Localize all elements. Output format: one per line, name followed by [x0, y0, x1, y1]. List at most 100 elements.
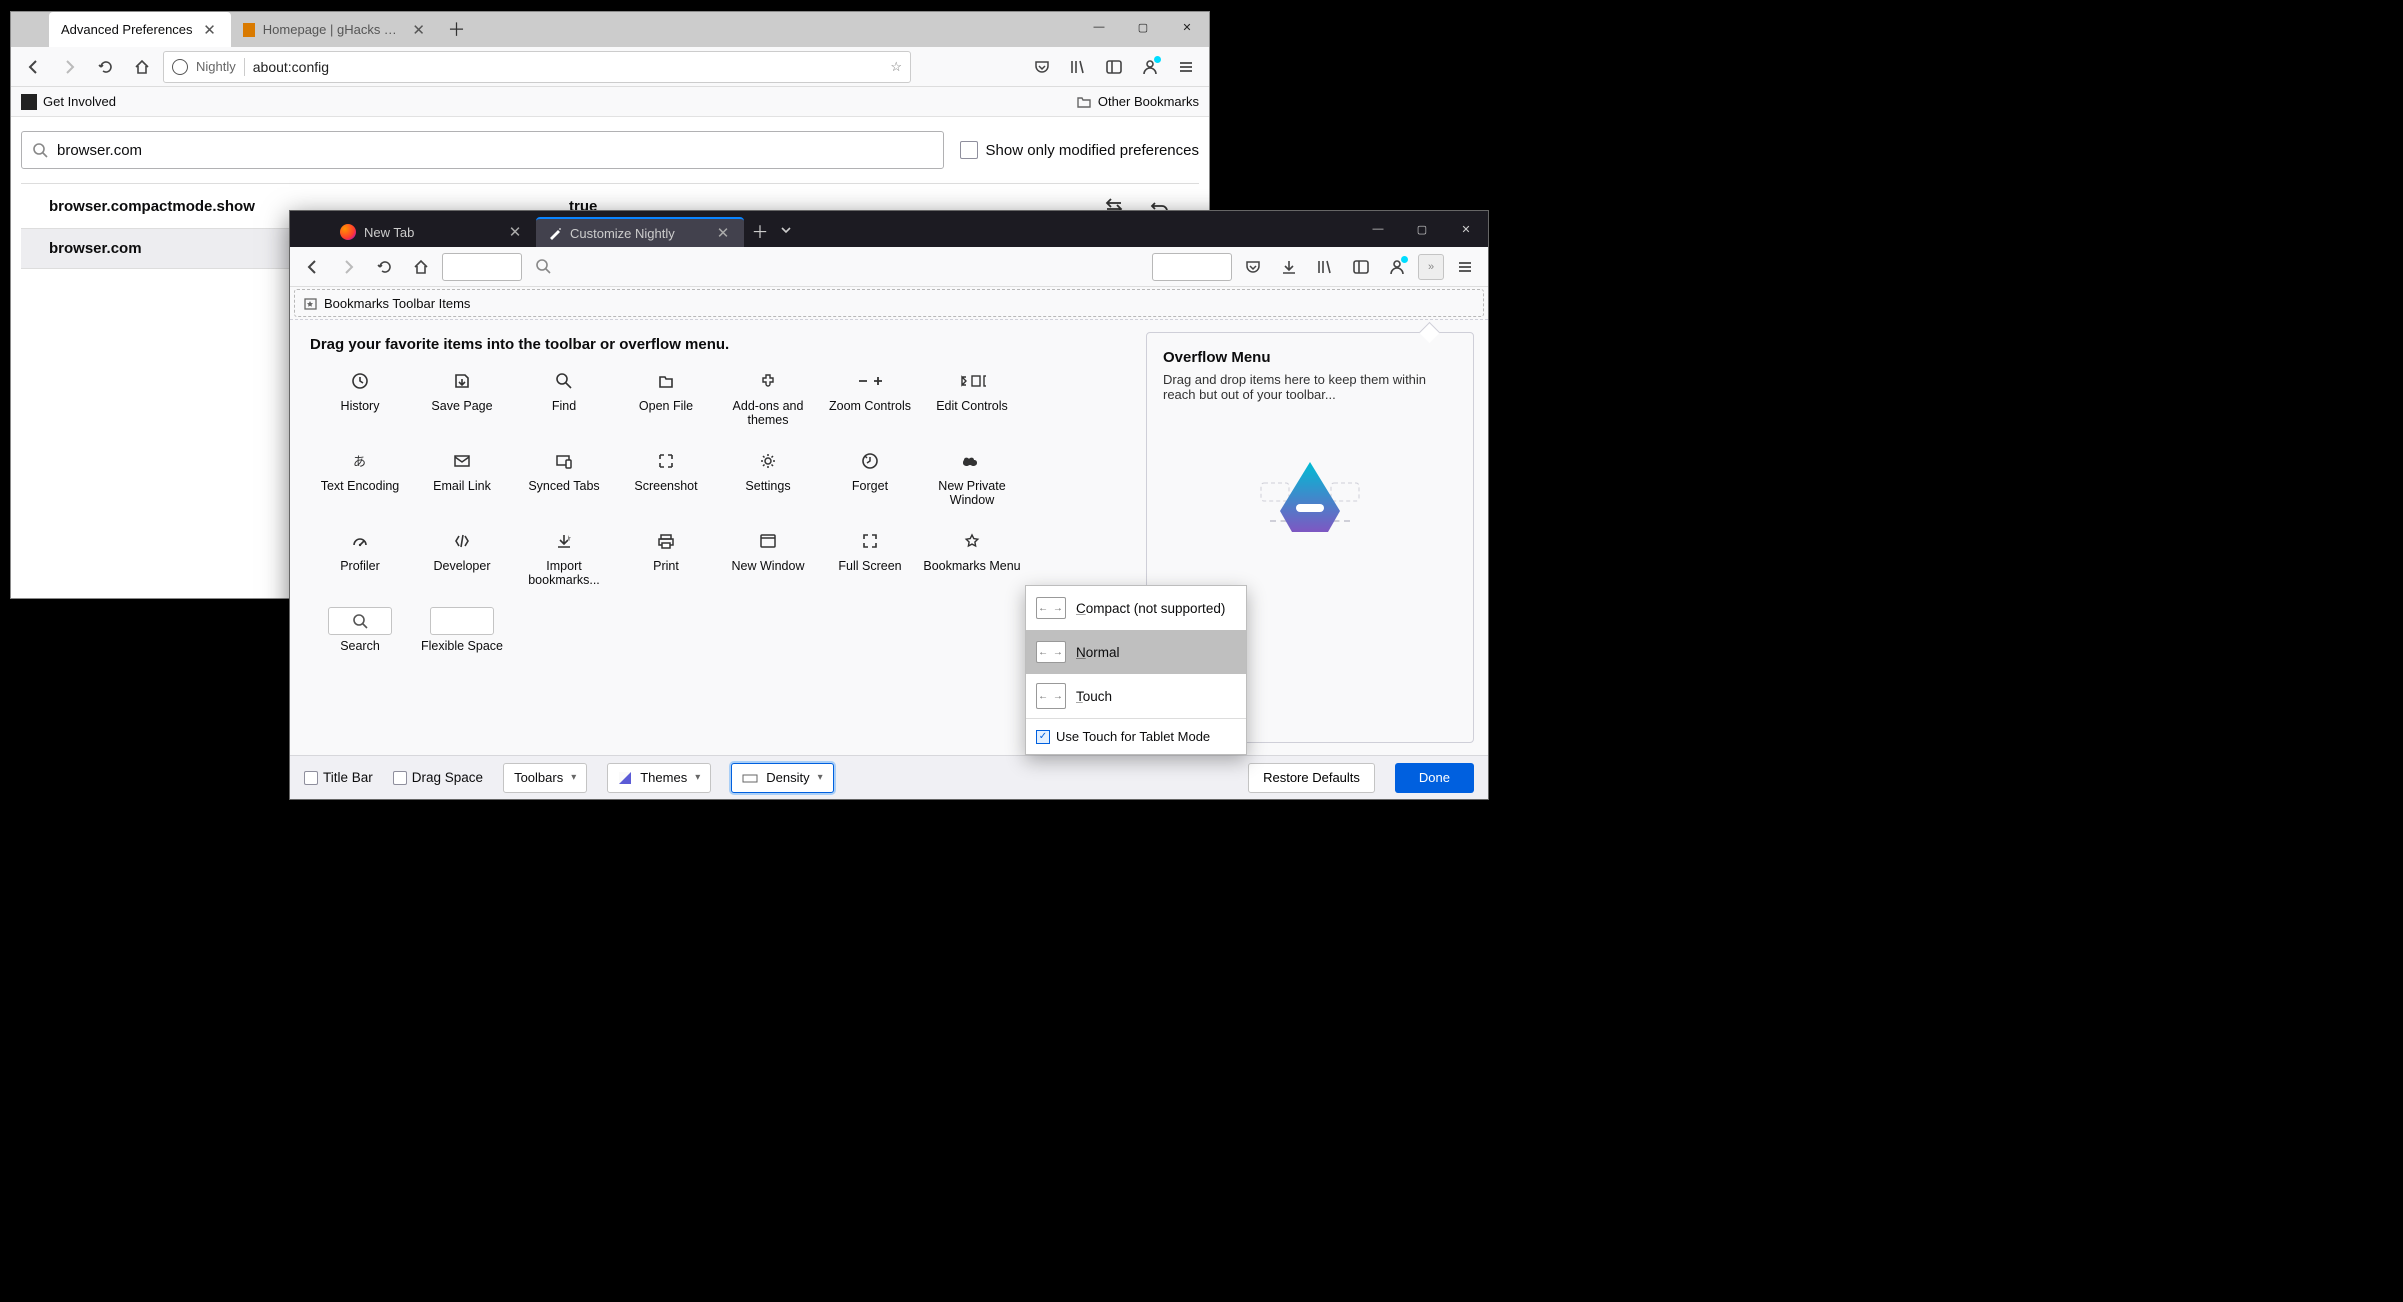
- palette-item-settings[interactable]: Settings: [718, 447, 818, 517]
- palette-item-bookmarks-menu[interactable]: Bookmarks Menu: [922, 527, 1022, 597]
- palette-item-search[interactable]: Search: [310, 607, 410, 677]
- palette-item-save-page[interactable]: Save Page: [412, 367, 512, 437]
- sidebar-button[interactable]: [1346, 252, 1376, 282]
- nav-toolbar: »: [290, 247, 1488, 287]
- palette-item-add-ons-and-themes[interactable]: Add-ons and themes: [718, 367, 818, 437]
- search-bar-placeholder[interactable]: [1152, 253, 1232, 281]
- show-modified-checkbox[interactable]: Show only modified preferences: [960, 141, 1199, 159]
- palette-item-developer[interactable]: Developer: [412, 527, 512, 597]
- pocket-button[interactable]: [1238, 252, 1268, 282]
- library-button[interactable]: [1063, 52, 1093, 82]
- bookmarks-toolbar-items[interactable]: Bookmarks Toolbar Items: [294, 289, 1484, 317]
- tab-new-tab[interactable]: New Tab ✕: [328, 217, 536, 247]
- close-button[interactable]: ✕: [1165, 12, 1209, 42]
- restore-defaults-button[interactable]: Restore Defaults: [1248, 763, 1375, 793]
- bookmarks-toolbar-label: Bookmarks Toolbar Items: [324, 296, 470, 311]
- close-icon[interactable]: ✕: [506, 223, 524, 241]
- back-button[interactable]: [298, 252, 328, 282]
- tab-advanced-preferences[interactable]: Advanced Preferences ✕: [49, 12, 231, 47]
- maximize-button[interactable]: ▢: [1121, 12, 1165, 42]
- density-dropdown[interactable]: Density ▾: [731, 763, 833, 793]
- touch-tablet-checkbox[interactable]: ✓ Use Touch for Tablet Mode: [1026, 719, 1246, 754]
- list-all-tabs-button[interactable]: [774, 224, 798, 236]
- overflow-button[interactable]: »: [1418, 254, 1444, 280]
- back-button[interactable]: [19, 52, 49, 82]
- library-button[interactable]: [1310, 252, 1340, 282]
- palette-item-label: New Private Window: [922, 479, 1022, 507]
- done-button[interactable]: Done: [1395, 763, 1474, 793]
- app-menu-button[interactable]: [1171, 52, 1201, 82]
- home-button[interactable]: [406, 252, 436, 282]
- toolbars-dropdown[interactable]: Toolbars ▾: [503, 763, 587, 793]
- reload-button[interactable]: [370, 252, 400, 282]
- palette-item-edit-controls[interactable]: Edit Controls: [922, 367, 1022, 437]
- search-slot[interactable]: [528, 252, 558, 282]
- new-tab-button[interactable]: ＋: [443, 15, 471, 43]
- palette-item-print[interactable]: Print: [616, 527, 716, 597]
- tab-label: Homepage | gHacks Technolog: [263, 22, 403, 37]
- new-tab-button[interactable]: ＋: [746, 216, 774, 244]
- palette-item-flexible-space[interactable]: Flexible Space: [412, 607, 512, 677]
- close-icon[interactable]: ✕: [201, 21, 219, 39]
- checkbox-icon: [393, 771, 407, 785]
- palette-item-synced-tabs[interactable]: Synced Tabs: [514, 447, 614, 517]
- home-button[interactable]: [127, 52, 157, 82]
- palette-item-email-link[interactable]: Email Link: [412, 447, 512, 517]
- sidebar-button[interactable]: [1099, 52, 1129, 82]
- palette-item-new-window[interactable]: New Window: [718, 527, 818, 597]
- dropdown-label: Themes: [640, 770, 687, 785]
- palette-item-new-private-window[interactable]: New Private Window: [922, 447, 1022, 517]
- density-touch-option[interactable]: ← → Touch: [1026, 674, 1246, 718]
- checkbox-label: Drag Space: [412, 770, 483, 785]
- identity-label: Nightly: [196, 59, 236, 74]
- density-popup: ← → Compact (not supported) ← → Normal ←…: [1025, 585, 1247, 755]
- search-icon: [32, 142, 49, 159]
- palette-item-open-file[interactable]: Open File: [616, 367, 716, 437]
- overflow-title: Overflow Menu: [1163, 349, 1457, 366]
- palette-item-import-bookmarks[interactable]: Import bookmarks...: [514, 527, 614, 597]
- maximize-button[interactable]: ▢: [1400, 211, 1444, 247]
- titlebar-checkbox[interactable]: Title Bar: [304, 770, 373, 785]
- reload-button[interactable]: [91, 52, 121, 82]
- other-bookmarks-button[interactable]: Other Bookmarks: [1076, 94, 1199, 110]
- tab-customize-nightly[interactable]: Customize Nightly ✕: [536, 217, 744, 247]
- tab-label: New Tab: [364, 225, 414, 240]
- tab-ghacks[interactable]: Homepage | gHacks Technolog ✕: [231, 12, 439, 47]
- close-icon[interactable]: ✕: [411, 21, 427, 39]
- palette-item-forget[interactable]: Forget: [820, 447, 920, 517]
- palette-item-history[interactable]: History: [310, 367, 410, 437]
- app-menu-button[interactable]: [1450, 252, 1480, 282]
- dropdown-label: Toolbars: [514, 770, 563, 785]
- palette-item-zoom-controls[interactable]: Zoom Controls: [820, 367, 920, 437]
- reload-icon: [376, 258, 394, 276]
- forward-button[interactable]: [334, 252, 364, 282]
- palette-item-profiler[interactable]: Profiler: [310, 527, 410, 597]
- minimize-button[interactable]: —: [1077, 12, 1121, 42]
- print-icon: [652, 527, 680, 555]
- url-bar[interactable]: Nightly about:config ☆: [163, 51, 911, 83]
- url-bar-placeholder[interactable]: [442, 253, 522, 281]
- bookmark-star-icon[interactable]: ☆: [890, 59, 902, 75]
- density-compact-icon: ← →: [1036, 597, 1066, 619]
- dragspace-checkbox[interactable]: Drag Space: [393, 770, 483, 785]
- pocket-icon: [1244, 258, 1262, 276]
- account-button[interactable]: [1135, 52, 1165, 82]
- close-icon[interactable]: ✕: [714, 224, 732, 242]
- density-normal-option[interactable]: ← → Normal: [1026, 630, 1246, 674]
- bookmark-get-involved[interactable]: Get Involved: [21, 94, 116, 110]
- pref-search-input[interactable]: browser.com: [21, 131, 944, 169]
- themes-dropdown[interactable]: Themes ▾: [607, 763, 711, 793]
- minimize-button[interactable]: —: [1356, 211, 1400, 247]
- pocket-button[interactable]: [1027, 52, 1057, 82]
- palette-item-screenshot[interactable]: Screenshot: [616, 447, 716, 517]
- close-button[interactable]: ✕: [1444, 211, 1488, 247]
- arrow-left-icon: [304, 258, 322, 276]
- density-compact-option[interactable]: ← → Compact (not supported): [1026, 586, 1246, 630]
- forward-button[interactable]: [55, 52, 85, 82]
- account-button[interactable]: [1382, 252, 1412, 282]
- palette-item-full-screen[interactable]: Full Screen: [820, 527, 920, 597]
- downloads-button[interactable]: [1274, 252, 1304, 282]
- palette-item-text-encoding[interactable]: あText Encoding: [310, 447, 410, 517]
- density-touch-icon: ← →: [1036, 683, 1066, 709]
- palette-item-find[interactable]: Find: [514, 367, 614, 437]
